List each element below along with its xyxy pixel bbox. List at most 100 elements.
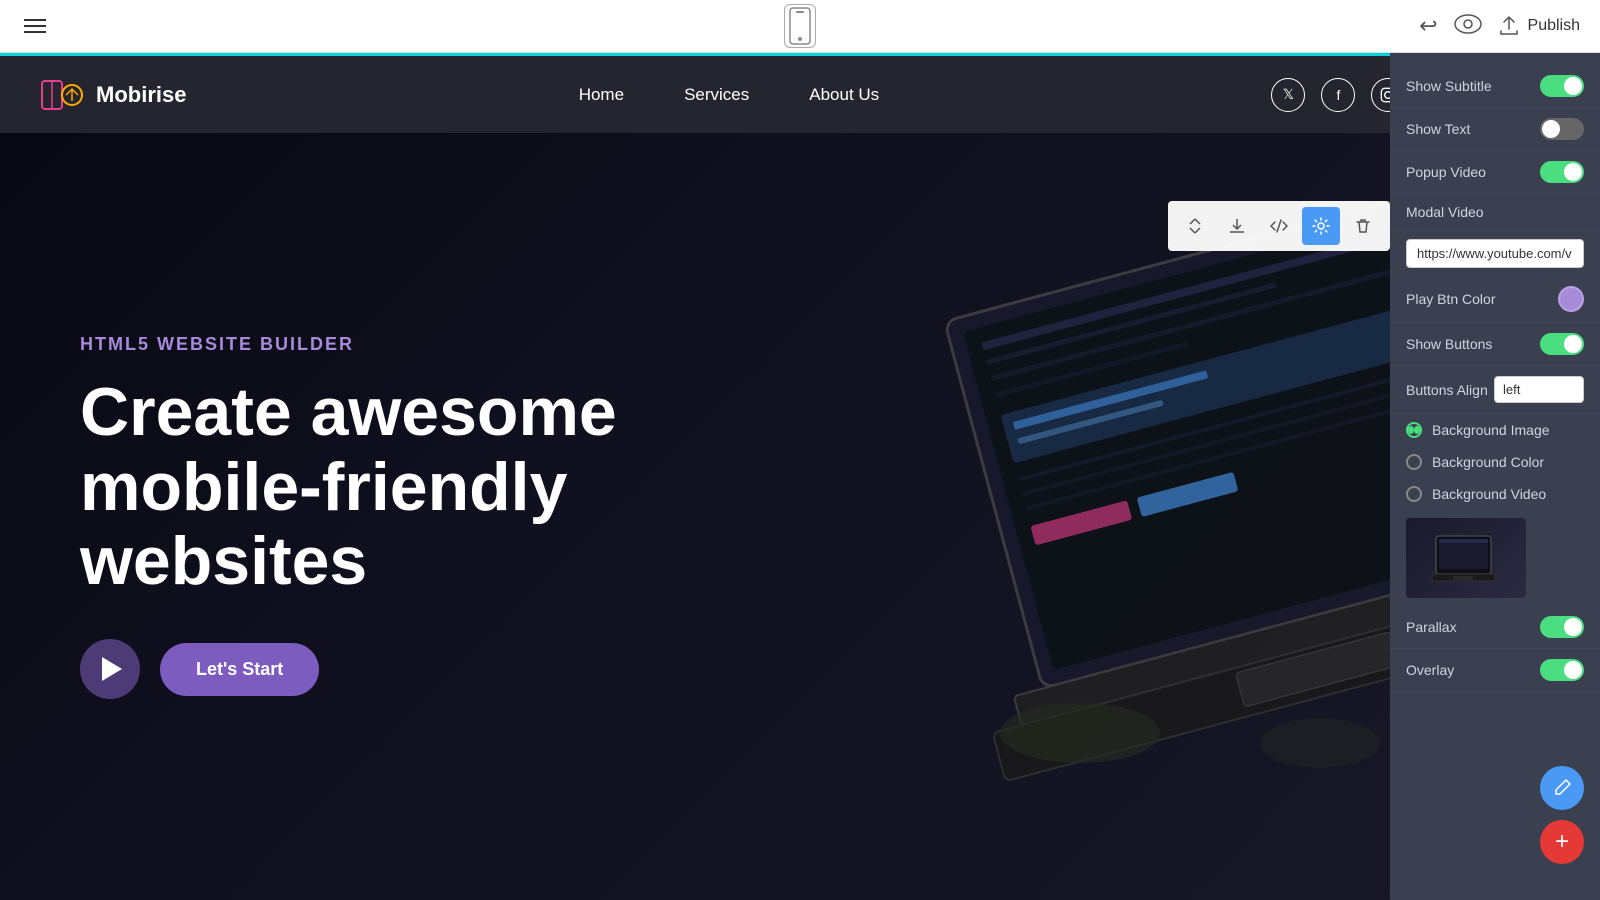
hamburger-menu-button[interactable]: [20, 15, 50, 37]
preview-button[interactable]: [1454, 14, 1482, 39]
show-text-toggle[interactable]: [1540, 118, 1584, 140]
show-text-slider: [1540, 118, 1584, 140]
nav-about-link[interactable]: About Us: [809, 85, 879, 105]
download-icon: [1228, 217, 1246, 235]
eye-icon: [1454, 14, 1482, 34]
delete-section-button[interactable]: [1344, 207, 1382, 245]
lets-start-button[interactable]: Let's Start: [160, 643, 319, 696]
bg-image-row[interactable]: Background Image: [1390, 414, 1600, 446]
show-subtitle-row: Show Subtitle: [1390, 65, 1600, 108]
add-icon: +: [1555, 828, 1569, 856]
toolbar-right: ↩ Publish: [1419, 13, 1580, 39]
twitter-icon[interactable]: 𝕏: [1271, 78, 1305, 112]
buttons-align-label: Buttons Align: [1406, 382, 1494, 398]
phone-icon: [789, 7, 811, 45]
fab-edit-button[interactable]: [1540, 766, 1584, 810]
edit-icon: [1552, 778, 1572, 798]
play-btn-color-row: Play Btn Color: [1390, 276, 1600, 323]
hero-subtitle: HTML5 WEBSITE BUILDER: [80, 334, 620, 355]
show-buttons-row: Show Buttons: [1390, 323, 1600, 366]
section-toolbar: [1168, 201, 1390, 251]
modal-video-label: Modal Video: [1406, 204, 1584, 220]
buttons-align-row: Buttons Align left center right: [1390, 366, 1600, 414]
overlay-toggle[interactable]: [1540, 659, 1584, 681]
reorder-button[interactable]: [1176, 207, 1214, 245]
bg-image-label: Background Image: [1432, 422, 1550, 438]
site-nav: Mobirise Home Services About Us 𝕏 f Get …: [0, 53, 1600, 133]
thumbnail-laptop-icon: [1431, 531, 1501, 586]
parallax-toggle[interactable]: [1540, 616, 1584, 638]
popup-video-label: Popup Video: [1406, 164, 1540, 180]
show-text-row: Show Text: [1390, 108, 1600, 151]
reorder-icon: [1186, 217, 1204, 235]
bg-video-row[interactable]: Background Video: [1390, 478, 1600, 510]
download-section-button[interactable]: [1218, 207, 1256, 245]
facebook-icon[interactable]: f: [1321, 78, 1355, 112]
nav-home-link[interactable]: Home: [579, 85, 624, 105]
show-buttons-toggle[interactable]: [1540, 333, 1584, 355]
undo-button[interactable]: ↩: [1419, 13, 1437, 39]
publish-button[interactable]: Publish: [1498, 15, 1580, 37]
trash-icon: [1354, 217, 1372, 235]
publish-label: Publish: [1528, 17, 1580, 35]
modal-video-input[interactable]: [1406, 239, 1584, 268]
show-buttons-label: Show Buttons: [1406, 336, 1540, 352]
hero-content: HTML5 WEBSITE BUILDER Create awesome mob…: [0, 334, 700, 699]
nav-services-link[interactable]: Services: [684, 85, 749, 105]
show-subtitle-label: Show Subtitle: [1406, 78, 1540, 94]
nav-links: Home Services About Us: [579, 85, 879, 105]
hero-buttons: Let's Start: [80, 639, 620, 699]
buttons-align-select[interactable]: left center right: [1494, 376, 1584, 403]
popup-video-knob: [1564, 163, 1582, 181]
popup-video-slider: [1540, 161, 1584, 183]
popup-video-row: Popup Video: [1390, 151, 1600, 194]
show-buttons-knob: [1564, 335, 1582, 353]
hero-title-line2: mobile-friendly websites: [80, 449, 567, 600]
parallax-knob: [1564, 618, 1582, 636]
logo-text: Mobirise: [96, 82, 186, 108]
fab-add-button[interactable]: +: [1540, 820, 1584, 864]
bg-color-row[interactable]: Background Color: [1390, 446, 1600, 478]
background-thumbnail-row: [1390, 510, 1600, 606]
modal-video-label-row: Modal Video: [1390, 194, 1600, 231]
upload-icon: [1498, 15, 1520, 37]
code-icon: [1270, 217, 1288, 235]
overlay-knob: [1564, 661, 1582, 679]
parallax-slider: [1540, 616, 1584, 638]
popup-video-toggle[interactable]: [1540, 161, 1584, 183]
bg-color-label: Background Color: [1432, 454, 1544, 470]
show-text-knob: [1542, 120, 1560, 138]
overlay-label: Overlay: [1406, 662, 1540, 678]
play-btn-color-label: Play Btn Color: [1406, 291, 1558, 307]
show-text-label: Show Text: [1406, 121, 1540, 137]
hero-title: Create awesome mobile-friendly websites: [80, 375, 620, 599]
play-button[interactable]: [80, 639, 140, 699]
show-subtitle-knob: [1564, 77, 1582, 95]
bg-video-radio[interactable]: [1406, 486, 1422, 502]
bg-video-label: Background Video: [1432, 486, 1546, 502]
play-triangle-icon: [102, 657, 122, 681]
show-subtitle-toggle[interactable]: [1540, 75, 1584, 97]
logo-icon: [40, 73, 84, 117]
background-thumbnail[interactable]: [1406, 518, 1526, 598]
play-btn-color-swatch[interactable]: [1558, 286, 1584, 312]
mobile-preview-button[interactable]: [784, 4, 816, 48]
main-area: Mobirise Home Services About Us 𝕏 f Get …: [0, 53, 1600, 900]
toolbar-center: [784, 4, 816, 48]
settings-button[interactable]: [1302, 207, 1340, 245]
nav-logo: Mobirise: [40, 73, 186, 117]
code-button[interactable]: [1260, 207, 1298, 245]
parallax-label: Parallax: [1406, 619, 1540, 635]
overlay-slider: [1540, 659, 1584, 681]
show-buttons-slider: [1540, 333, 1584, 355]
hero-title-line1: Create awesome: [80, 374, 617, 450]
settings-icon: [1312, 217, 1330, 235]
show-subtitle-slider: [1540, 75, 1584, 97]
top-toolbar: ↩ Publish: [0, 0, 1600, 53]
overlay-row: Overlay: [1390, 649, 1600, 692]
bg-color-radio[interactable]: [1406, 454, 1422, 470]
preview-area: Mobirise Home Services About Us 𝕏 f Get …: [0, 53, 1600, 900]
parallax-row: Parallax: [1390, 606, 1600, 649]
toolbar-left: [20, 15, 50, 37]
bg-image-radio[interactable]: [1406, 422, 1422, 438]
